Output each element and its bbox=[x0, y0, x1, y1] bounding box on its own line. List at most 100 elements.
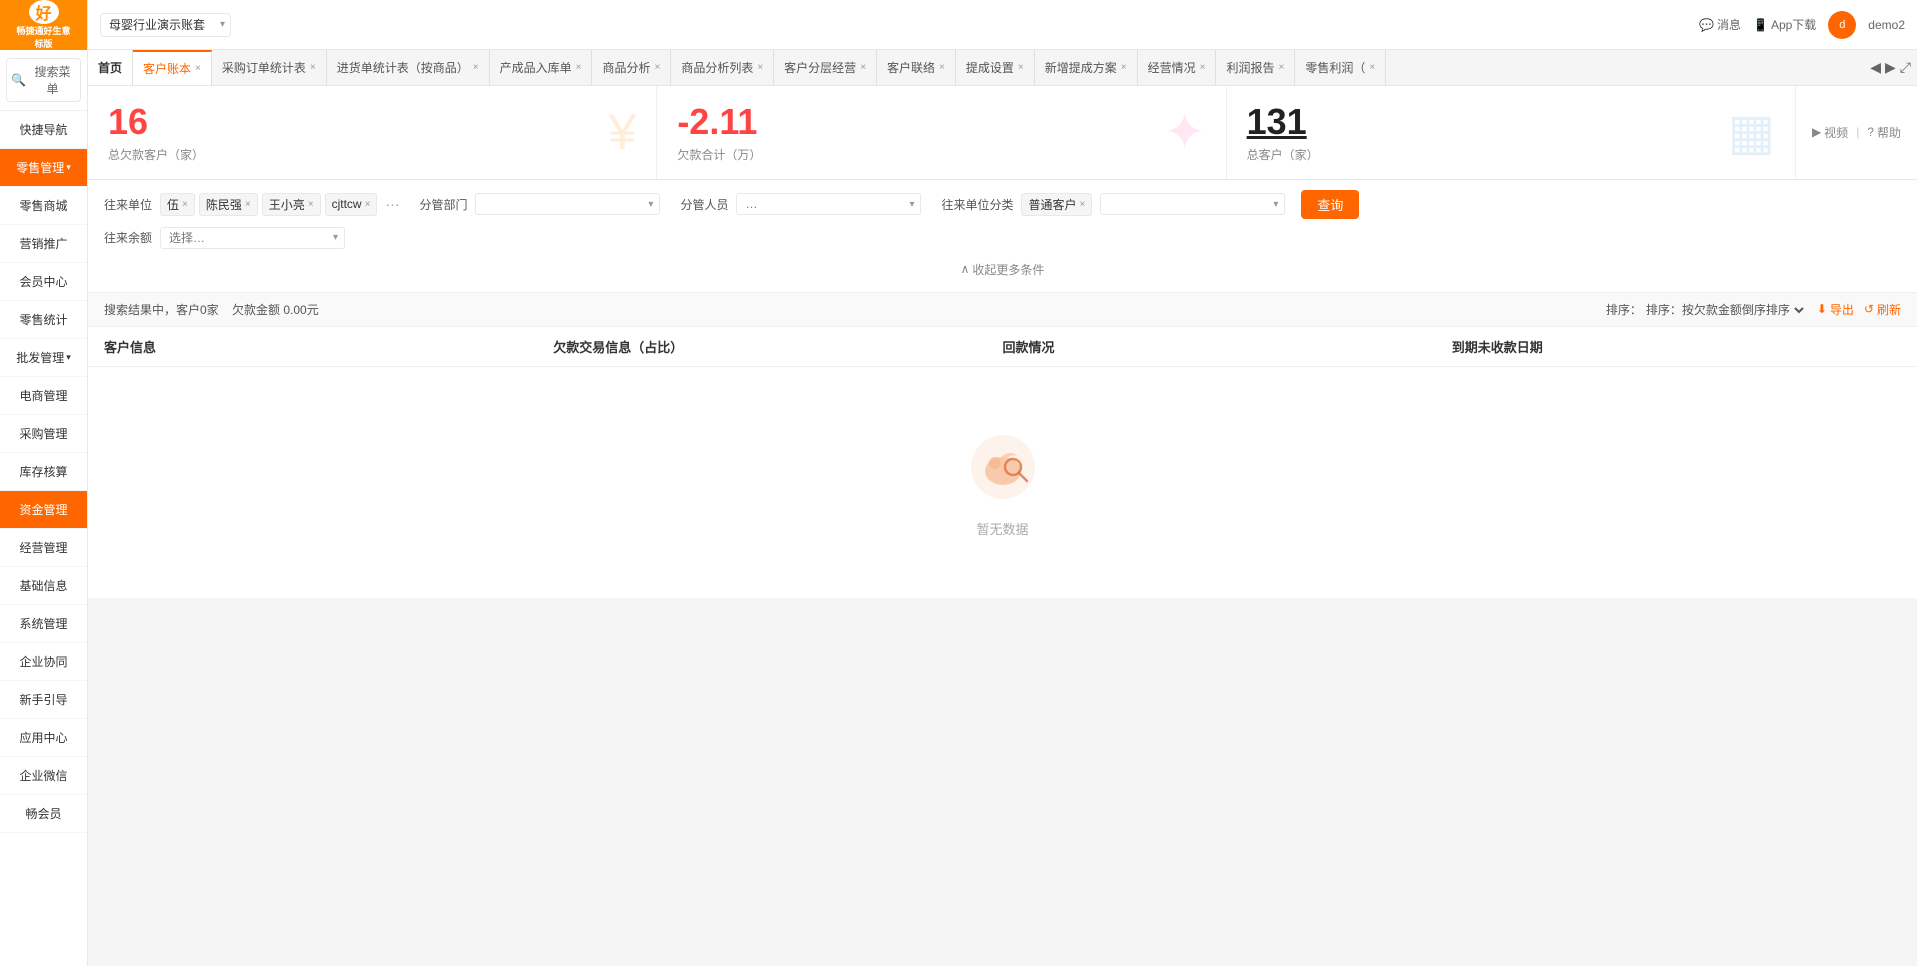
tab-retail[interactable]: 零售利润（× bbox=[1295, 50, 1386, 86]
help-btn[interactable]: ? 帮助 bbox=[1867, 124, 1901, 141]
refresh-btn[interactable]: ↺ 刷新 bbox=[1864, 301, 1901, 318]
filter-dept-input[interactable] bbox=[484, 197, 639, 211]
search-menu-button[interactable]: 🔍 搜索菜单 bbox=[6, 58, 81, 102]
col-header-repay: 回款情况 bbox=[1003, 337, 1452, 356]
stat-icon-star: ✦ bbox=[1164, 103, 1206, 161]
user-name[interactable]: demo2 bbox=[1868, 18, 1905, 32]
filter-person-label: 分管人员 bbox=[680, 196, 728, 213]
sidebar-item-app-center[interactable]: 应用中心 bbox=[0, 719, 87, 757]
tab-bizstatus[interactable]: 经营情况× bbox=[1138, 50, 1217, 86]
tab-close-instock[interactable]: × bbox=[473, 62, 479, 73]
sidebar-item-retail-mgmt[interactable]: 零售管理▾ bbox=[0, 149, 87, 187]
search-icon: 🔍 bbox=[11, 73, 26, 87]
tab-close-bizstatus[interactable]: × bbox=[1200, 62, 1206, 73]
tab-label-addcommission: 新增提成方案 bbox=[1045, 59, 1117, 76]
tab-home[interactable]: 首页 bbox=[88, 50, 133, 86]
unit-tag-remove[interactable]: × bbox=[365, 199, 371, 210]
sidebar-item-enterprise[interactable]: 企业协同 bbox=[0, 643, 87, 681]
topbar-left: 母婴行业演示账套 bbox=[100, 13, 231, 37]
filter-dept-wrap[interactable] bbox=[475, 193, 660, 215]
sidebar-item-vip[interactable]: 畅会员 bbox=[0, 795, 87, 833]
empty-icon bbox=[963, 427, 1043, 507]
collapse-filters-btn[interactable]: ∧ 收起更多条件 bbox=[104, 257, 1901, 282]
video-icon: ▶ bbox=[1812, 125, 1821, 139]
sidebar-item-sys-mgmt[interactable]: 系统管理 bbox=[0, 605, 87, 643]
filter-category-input[interactable] bbox=[1109, 197, 1264, 211]
tab-close-custlink[interactable]: × bbox=[939, 62, 945, 73]
tab-commission[interactable]: 提成设置× bbox=[956, 50, 1035, 86]
filter-category-select-wrap[interactable] bbox=[1100, 193, 1285, 215]
sidebar-item-retail-stats[interactable]: 零售统计 bbox=[0, 301, 87, 339]
unit-tag-remove[interactable]: × bbox=[308, 199, 314, 210]
tab-profit[interactable]: 利润报告× bbox=[1216, 50, 1295, 86]
tab-close-addcommission[interactable]: × bbox=[1121, 62, 1127, 73]
tab-close-retail[interactable]: × bbox=[1369, 62, 1375, 73]
tabs-expand-btn[interactable]: ⤢ bbox=[1900, 59, 1911, 76]
sidebar-item-quick-nav[interactable]: 快捷导航 bbox=[0, 111, 87, 149]
col-header-customer: 客户信息 bbox=[104, 337, 553, 356]
tab-close-product[interactable]: × bbox=[576, 62, 582, 73]
tabs-prev-btn[interactable]: ◀ bbox=[1870, 59, 1881, 76]
unit-tag-remove[interactable]: × bbox=[245, 199, 251, 210]
help-icon: ? bbox=[1867, 125, 1874, 139]
unit-tag: cjttcw × bbox=[325, 193, 378, 216]
stat-total-debt-amount: -2.11 欠款合计（万） ✦ bbox=[657, 86, 1226, 179]
tab-close-goods[interactable]: × bbox=[654, 62, 660, 73]
video-btn[interactable]: ▶ 视频 bbox=[1812, 124, 1848, 141]
category-tags: 普通客户 × bbox=[1021, 193, 1092, 216]
sidebar-item-purchase-mgmt[interactable]: 采购管理 bbox=[0, 415, 87, 453]
unit-tag: 陈民强 × bbox=[199, 193, 258, 216]
filter-more-icon[interactable]: ··· bbox=[385, 196, 399, 212]
tab-close-purchase[interactable]: × bbox=[310, 62, 316, 73]
stat-actions: ▶ 视频 | ? 帮助 bbox=[1796, 116, 1917, 149]
sidebar-item-retail-mall[interactable]: 零售商城 bbox=[0, 187, 87, 225]
tab-goods[interactable]: 商品分析× bbox=[592, 50, 671, 86]
user-avatar[interactable]: d bbox=[1828, 11, 1856, 39]
tab-custlink[interactable]: 客户联络× bbox=[877, 50, 956, 86]
tab-addcommission[interactable]: 新增提成方案 × bbox=[1035, 50, 1138, 86]
stat-value-total-customers: 131 bbox=[1247, 102, 1775, 142]
account-selector-wrap: 母婴行业演示账套 bbox=[100, 13, 231, 37]
tab-purchase[interactable]: 采购订单统计表× bbox=[212, 50, 327, 86]
sidebar-item-wechat-work[interactable]: 企业微信 bbox=[0, 757, 87, 795]
sort-selector[interactable]: 排序：按欠款金额倒序排序 bbox=[1642, 302, 1807, 318]
sidebar-item-finance[interactable]: 资金管理 bbox=[0, 491, 87, 529]
query-button[interactable]: 查询 bbox=[1301, 190, 1359, 219]
sidebar-item-marketing[interactable]: 营销推广 bbox=[0, 225, 87, 263]
filter-balance-input[interactable] bbox=[169, 231, 324, 245]
filter-dept-label: 分管部门 bbox=[419, 196, 467, 213]
tab-close-goodslist[interactable]: × bbox=[757, 62, 763, 73]
message-btn[interactable]: 💬 消息 bbox=[1699, 16, 1741, 33]
tab-close-commission[interactable]: × bbox=[1018, 62, 1024, 73]
filter-person-input[interactable] bbox=[745, 197, 900, 211]
account-selector[interactable]: 母婴行业演示账套 bbox=[100, 13, 231, 37]
sidebar-item-ecommerce[interactable]: 电商管理 bbox=[0, 377, 87, 415]
tab-account[interactable]: 客户账本× bbox=[133, 50, 212, 86]
filter-balance-wrap[interactable] bbox=[160, 227, 345, 249]
sort-label: 排序：排序：按欠款金额倒序排序 bbox=[1606, 301, 1807, 318]
tab-instock[interactable]: 进货单统计表（按商品）× bbox=[327, 50, 490, 86]
sidebar-item-member[interactable]: 会员中心 bbox=[0, 263, 87, 301]
page-content: 16 总欠款客户（家） ¥ -2.11 欠款合计（万） ✦ 131 总客户（家）… bbox=[88, 86, 1917, 966]
logo-icon: 好 bbox=[29, 0, 59, 24]
stat-total-customers: 131 总客户（家） ▦ bbox=[1227, 86, 1796, 179]
export-btn[interactable]: ⬇ 导出 bbox=[1817, 301, 1854, 318]
tab-custseg[interactable]: 客户分层经营× bbox=[774, 50, 877, 86]
sidebar-item-inventory[interactable]: 库存核算 bbox=[0, 453, 87, 491]
sidebar-item-guide[interactable]: 新手引导 bbox=[0, 681, 87, 719]
unit-tag-remove[interactable]: × bbox=[182, 199, 188, 210]
tab-goodslist[interactable]: 商品分析列表× bbox=[671, 50, 774, 86]
category-tag-remove[interactable]: × bbox=[1080, 199, 1086, 210]
filter-person-wrap[interactable] bbox=[736, 193, 921, 215]
sidebar-item-base-info[interactable]: 基础信息 bbox=[0, 567, 87, 605]
app-download-btn[interactable]: 📱 App下载 bbox=[1753, 16, 1816, 33]
sidebar-item-wholesale[interactable]: 批发管理▾ bbox=[0, 339, 87, 377]
tab-product[interactable]: 产成品入库单× bbox=[490, 50, 593, 86]
tab-close-account[interactable]: × bbox=[195, 63, 201, 74]
tabs-next-btn[interactable]: ▶ bbox=[1885, 59, 1896, 76]
unit-tags: 伍 ×陈民强 ×王小亮 ×cjttcw × bbox=[160, 193, 377, 216]
tab-close-profit[interactable]: × bbox=[1278, 62, 1284, 73]
tab-label-home: 首页 bbox=[98, 59, 122, 76]
sidebar-item-operation[interactable]: 经营管理 bbox=[0, 529, 87, 567]
tab-close-custseg[interactable]: × bbox=[860, 62, 866, 73]
